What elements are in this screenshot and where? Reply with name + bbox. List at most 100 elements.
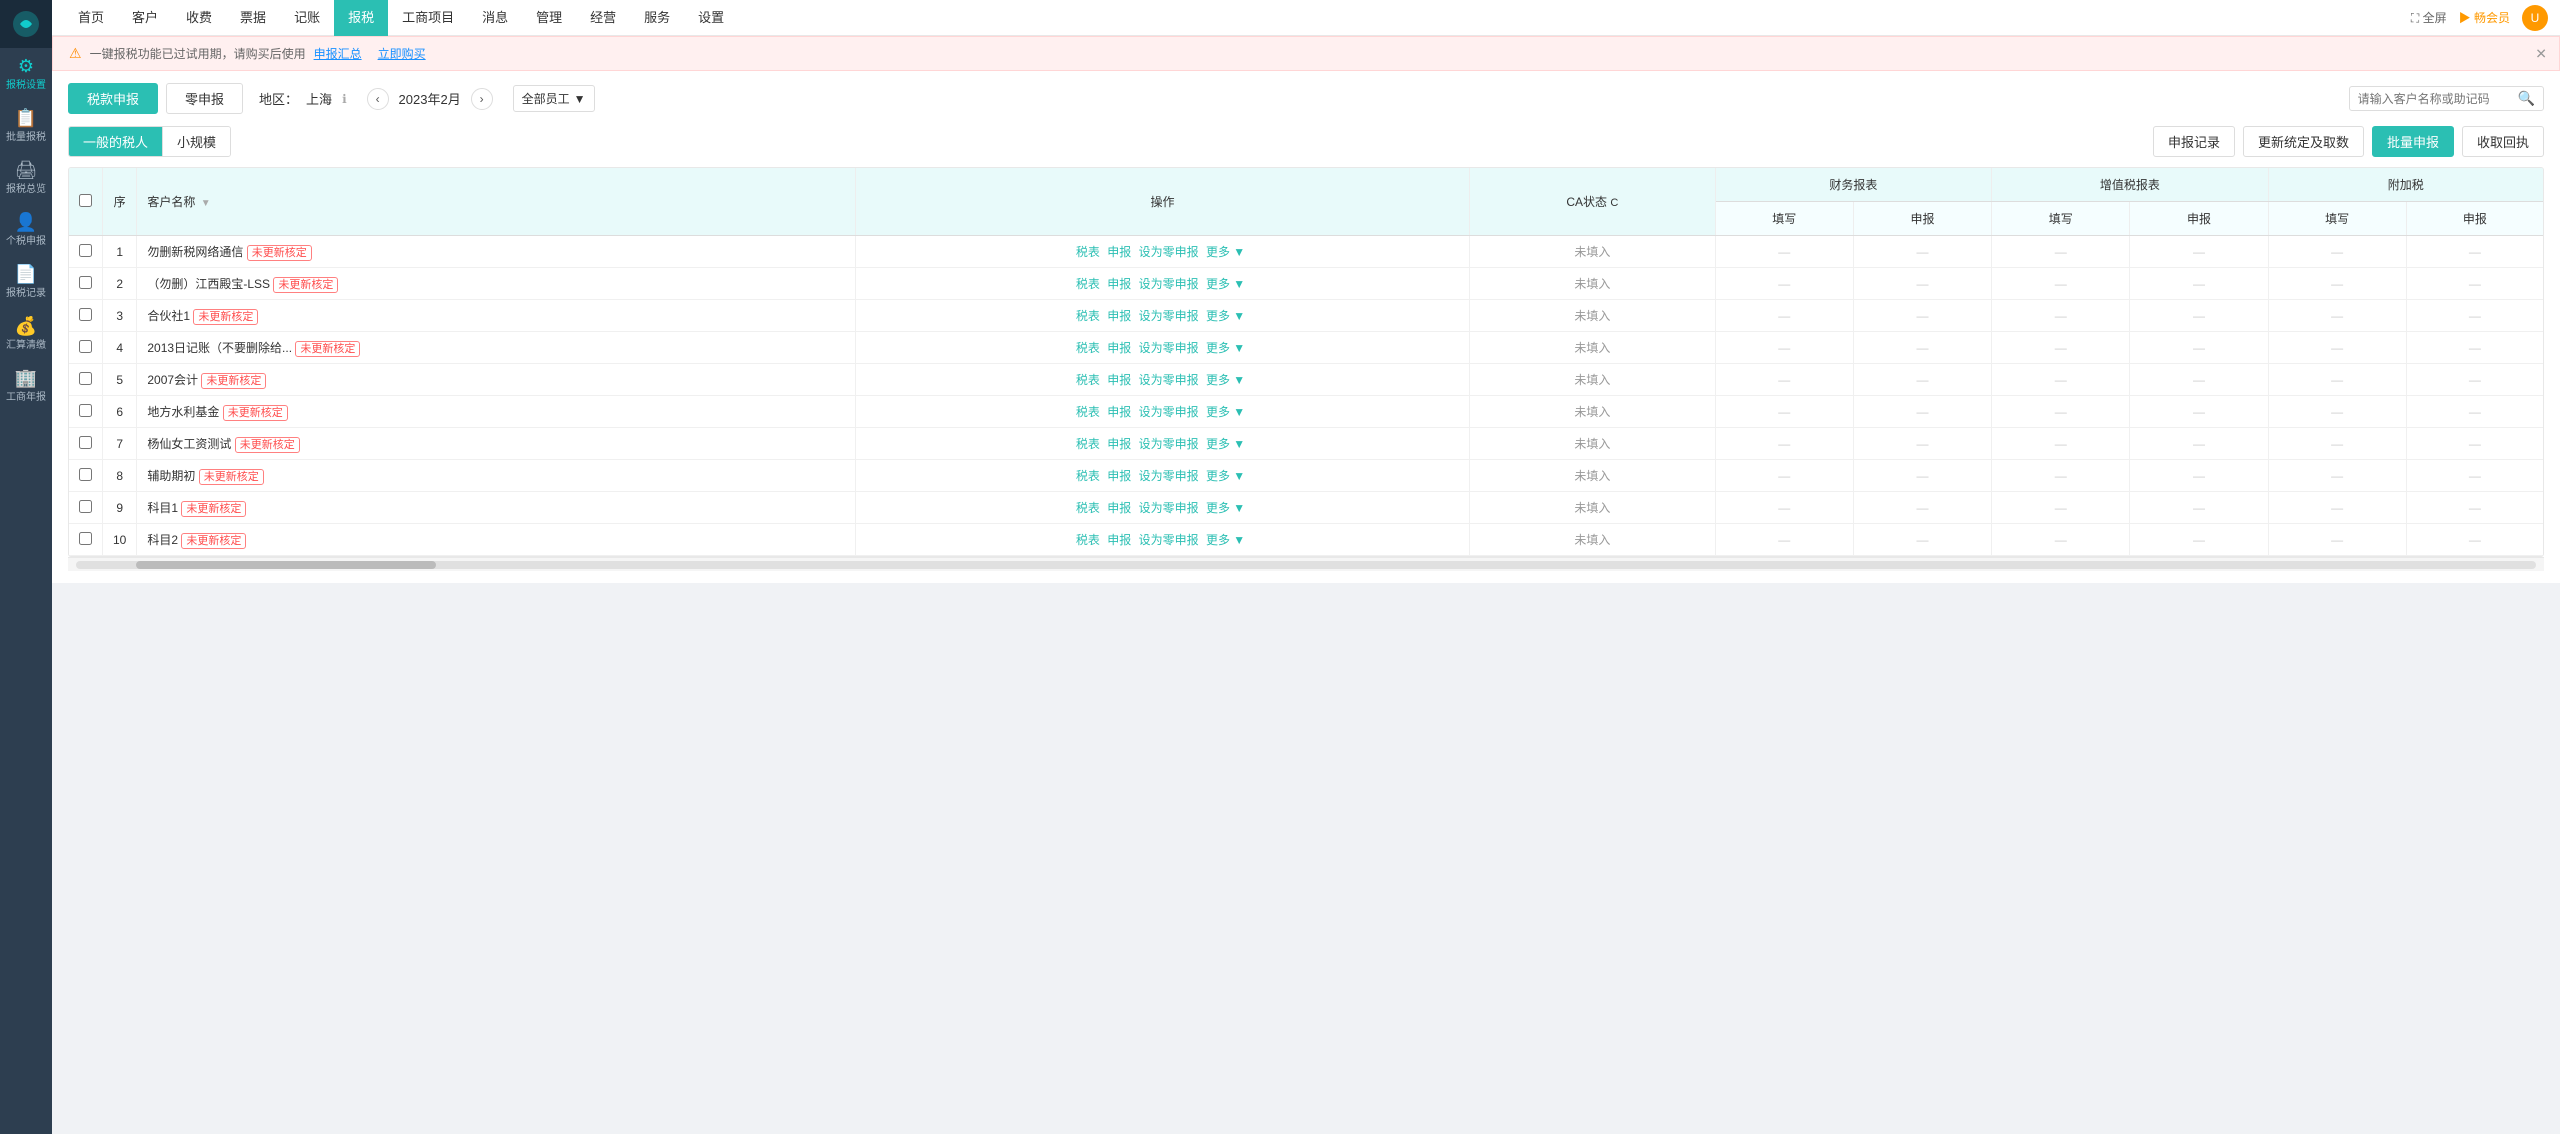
op-declare[interactable]: 申报 xyxy=(1107,277,1131,291)
op-more[interactable]: 更多 ▼ xyxy=(1206,437,1245,451)
op-set-zero[interactable]: 设为零申报 xyxy=(1139,245,1199,259)
row-checkbox[interactable] xyxy=(69,428,103,460)
scrollbar-thumb[interactable] xyxy=(136,561,436,569)
tab-small-taxpayer[interactable]: 小规模 xyxy=(163,127,230,156)
op-declare[interactable]: 申报 xyxy=(1107,501,1131,515)
op-tax-form[interactable]: 税表 xyxy=(1076,501,1100,515)
op-set-zero[interactable]: 设为零申报 xyxy=(1139,309,1199,323)
op-declare[interactable]: 申报 xyxy=(1107,405,1131,419)
row-checkbox[interactable] xyxy=(69,236,103,268)
op-declare[interactable]: 申报 xyxy=(1107,437,1131,451)
row-financial-fill: — xyxy=(1715,300,1853,332)
horizontal-scrollbar[interactable] xyxy=(68,557,2544,571)
search-icon[interactable]: 🔍 xyxy=(2518,90,2535,107)
nav-home[interactable]: 首页 xyxy=(64,0,118,36)
banner-close-btn[interactable]: ✕ xyxy=(2535,45,2547,62)
nav-message[interactable]: 消息 xyxy=(468,0,522,36)
op-declare[interactable]: 申报 xyxy=(1107,533,1131,547)
nav-service[interactable]: 服务 xyxy=(630,0,684,36)
row-checkbox[interactable] xyxy=(69,364,103,396)
buy-now-link[interactable]: 立即购买 xyxy=(378,45,426,62)
op-declare[interactable]: 申报 xyxy=(1107,373,1131,387)
row-checkbox[interactable] xyxy=(69,268,103,300)
row-ca-status: 未填入 xyxy=(1470,460,1716,492)
row-checkbox[interactable] xyxy=(69,524,103,556)
header-name: 客户名称 ▼ xyxy=(137,168,856,236)
sidebar-item-tax-overview[interactable]: 🖨 报税总览 xyxy=(0,152,52,204)
nav-tax[interactable]: 报税 xyxy=(334,0,388,36)
op-more[interactable]: 更多 ▼ xyxy=(1206,277,1245,291)
row-checkbox[interactable] xyxy=(69,300,103,332)
op-tax-form[interactable]: 税表 xyxy=(1076,245,1100,259)
nav-bookkeeping[interactable]: 记账 xyxy=(280,0,334,36)
nav-billing[interactable]: 收费 xyxy=(172,0,226,36)
op-more[interactable]: 更多 ▼ xyxy=(1206,341,1245,355)
department-select[interactable]: 全部员工 ▼ xyxy=(513,85,595,112)
update-quota-btn[interactable]: 更新统定及取数 xyxy=(2243,126,2364,157)
op-set-zero[interactable]: 设为零申报 xyxy=(1139,341,1199,355)
op-more[interactable]: 更多 ▼ xyxy=(1206,245,1245,259)
op-tax-form[interactable]: 税表 xyxy=(1076,405,1100,419)
select-all-checkbox[interactable] xyxy=(79,194,92,207)
sidebar: ⚙ 报税设置 📋 批量报税 🖨 报税总览 👤 个税申报 📄 报税记录 💰 汇算清… xyxy=(0,0,52,1134)
sidebar-item-tax-records[interactable]: 📄 报税记录 xyxy=(0,256,52,308)
op-more[interactable]: 更多 ▼ xyxy=(1206,405,1245,419)
ca-filter-icon[interactable]: C xyxy=(1610,197,1618,209)
retrieve-return-btn[interactable]: 收取回执 xyxy=(2462,126,2544,157)
op-declare[interactable]: 申报 xyxy=(1107,469,1131,483)
batch-declare-btn[interactable]: 批量申报 xyxy=(2372,126,2454,157)
op-tax-form[interactable]: 税表 xyxy=(1076,533,1100,547)
sidebar-item-batch-tax[interactable]: 📋 批量报税 xyxy=(0,100,52,152)
op-tax-form[interactable]: 税表 xyxy=(1076,341,1100,355)
row-checkbox[interactable] xyxy=(69,332,103,364)
sidebar-item-tax-settings[interactable]: ⚙ 报税设置 xyxy=(0,48,52,100)
op-declare[interactable]: 申报 xyxy=(1107,309,1131,323)
date-next-btn[interactable]: › xyxy=(471,88,493,110)
op-more[interactable]: 更多 ▼ xyxy=(1206,309,1245,323)
row-name: 杨仙女工资测试 未更新核定 xyxy=(137,428,856,460)
tab-tax-declare[interactable]: 税款申报 xyxy=(68,83,158,114)
op-set-zero[interactable]: 设为零申报 xyxy=(1139,469,1199,483)
op-more[interactable]: 更多 ▼ xyxy=(1206,501,1245,515)
tab-general-taxpayer[interactable]: 一般的税人 xyxy=(69,127,163,156)
op-tax-form[interactable]: 税表 xyxy=(1076,373,1100,387)
date-prev-btn[interactable]: ‹ xyxy=(367,88,389,110)
op-tax-form[interactable]: 税表 xyxy=(1076,469,1100,483)
nav-invoice[interactable]: 票据 xyxy=(226,0,280,36)
op-declare[interactable]: 申报 xyxy=(1107,341,1131,355)
table-row: 4 2013日记账（不要删除给... 未更新核定 税表 申报 设为零申报 更多 … xyxy=(69,332,2543,364)
op-declare[interactable]: 申报 xyxy=(1107,245,1131,259)
op-set-zero[interactable]: 设为零申报 xyxy=(1139,373,1199,387)
op-more[interactable]: 更多 ▼ xyxy=(1206,469,1245,483)
nav-operation[interactable]: 经营 xyxy=(576,0,630,36)
op-set-zero[interactable]: 设为零申报 xyxy=(1139,405,1199,419)
row-checkbox[interactable] xyxy=(69,396,103,428)
op-set-zero[interactable]: 设为零申报 xyxy=(1139,533,1199,547)
op-tax-form[interactable]: 税表 xyxy=(1076,437,1100,451)
row-checkbox[interactable] xyxy=(69,492,103,524)
op-tax-form[interactable]: 税表 xyxy=(1076,277,1100,291)
op-set-zero[interactable]: 设为零申报 xyxy=(1139,437,1199,451)
member-btn[interactable]: ▶ 畅会员 xyxy=(2459,9,2510,26)
sidebar-item-annual-settle[interactable]: 💰 汇算清缴 xyxy=(0,308,52,360)
search-box[interactable]: 🔍 xyxy=(2349,86,2544,111)
nav-clients[interactable]: 客户 xyxy=(118,0,172,36)
avatar[interactable]: U xyxy=(2522,5,2548,31)
fullscreen-btn[interactable]: ⛶ 全屏 xyxy=(2411,9,2447,26)
search-input[interactable] xyxy=(2358,92,2518,106)
sidebar-item-annual-report[interactable]: 🏢 工商年报 xyxy=(0,360,52,412)
nav-settings[interactable]: 设置 xyxy=(684,0,738,36)
row-checkbox[interactable] xyxy=(69,460,103,492)
nav-industrial[interactable]: 工商项目 xyxy=(388,0,468,36)
op-set-zero[interactable]: 设为零申报 xyxy=(1139,501,1199,515)
header-ca-status: CA状态 C xyxy=(1470,168,1716,236)
op-set-zero[interactable]: 设为零申报 xyxy=(1139,277,1199,291)
nav-manage[interactable]: 管理 xyxy=(522,0,576,36)
declare-summary-link[interactable]: 申报汇总 xyxy=(314,45,362,62)
op-more[interactable]: 更多 ▼ xyxy=(1206,373,1245,387)
op-more[interactable]: 更多 ▼ xyxy=(1206,533,1245,547)
op-tax-form[interactable]: 税表 xyxy=(1076,309,1100,323)
sidebar-item-personal-tax[interactable]: 👤 个税申报 xyxy=(0,204,52,256)
tab-zero-declare[interactable]: 零申报 xyxy=(166,83,243,114)
declare-record-btn[interactable]: 申报记录 xyxy=(2153,126,2235,157)
